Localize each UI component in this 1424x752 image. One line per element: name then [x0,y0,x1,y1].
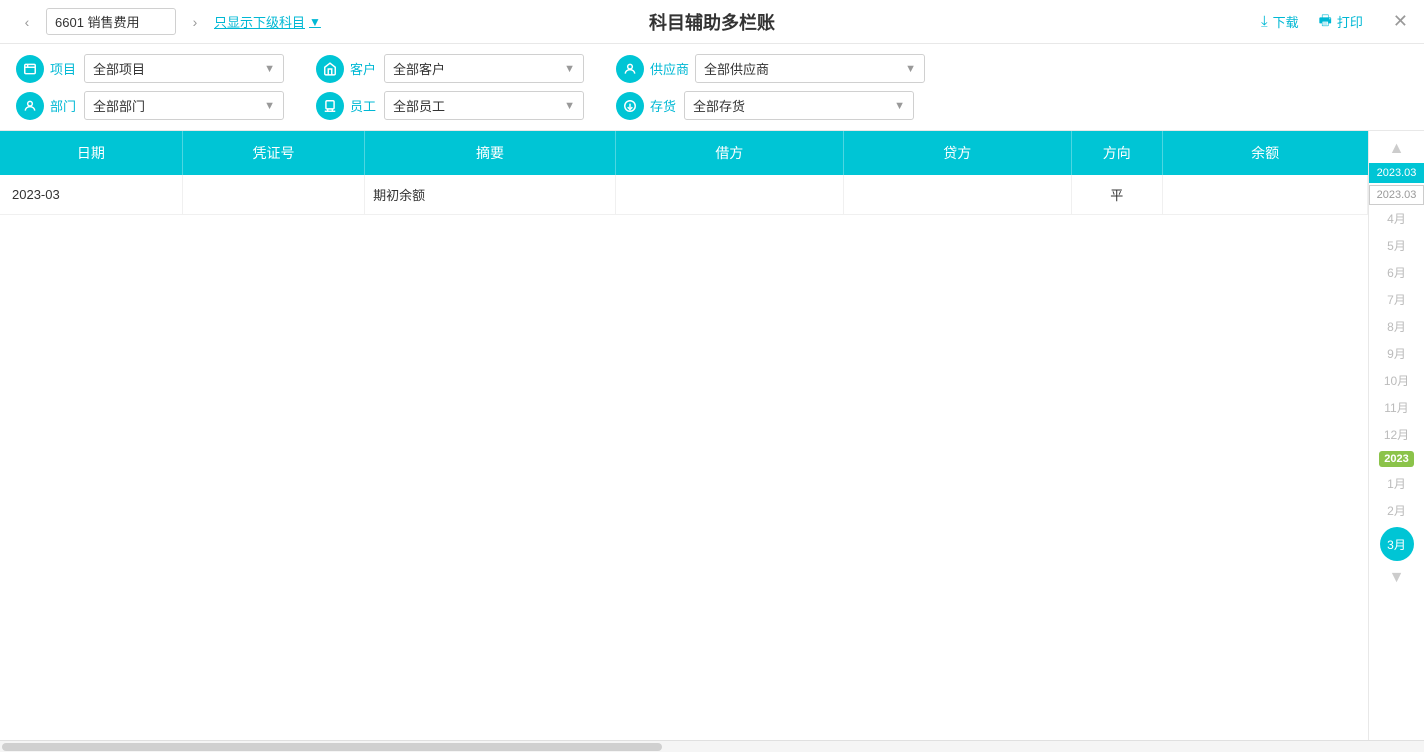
table-row: 2023-03 期初余额 平 [0,175,1368,215]
timeline-month-1[interactable]: 1月 [1369,470,1424,497]
department-icon [16,92,44,120]
col-summary: 摘要 [365,131,616,175]
print-icon: 🖶 [1319,10,1332,34]
main-table: 日期 凭证号 摘要 借方 贷方 方向 余额 2023-03 期初余额 [0,131,1368,215]
title-bar-right: ⤓ 下载 🖶 打印 ✕ [1261,10,1408,34]
project-chevron-icon: ▼ [264,63,275,75]
customer-chevron-icon: ▼ [564,63,575,75]
col-credit: 贷方 [843,131,1071,175]
filter-customer: 客户 全部客户 ▼ [316,54,584,83]
timeline-month-2[interactable]: 2月 [1369,497,1424,524]
filter-row-1: 项目 全部项目 ▼ 客户 全部客户 ▼ [16,54,1408,83]
filter-department: 部门 全部部门 ▼ [16,91,284,120]
next-account-btn[interactable]: › [184,11,206,33]
main-window: ‹ 6601 销售费用 › 只显示下级科目 ▼ 科目辅助多栏账 ⤓ 下载 🖶 打… [0,0,1424,752]
cell-credit [843,175,1071,215]
customer-label: 客户 [350,59,378,78]
cell-debit [615,175,843,215]
title-bar: ‹ 6601 销售费用 › 只显示下级科目 ▼ 科目辅助多栏账 ⤓ 下载 🖶 打… [0,0,1424,44]
project-value: 全部项目 [93,59,145,78]
customer-select[interactable]: 全部客户 ▼ [384,54,584,83]
account-code[interactable]: 6601 销售费用 [46,8,176,35]
timeline-up-btn[interactable]: ▲ [1383,135,1411,163]
horizontal-scrollbar[interactable] [0,740,1424,752]
page-title: 科目辅助多栏账 [649,9,775,35]
col-voucher: 凭证号 [182,131,364,175]
project-select[interactable]: 全部项目 ▼ [84,54,284,83]
timeline-month-3-active[interactable]: 3月 [1380,527,1414,561]
customer-value: 全部客户 [393,59,445,78]
scrollbar-thumb[interactable] [2,743,662,751]
side-timeline: ▲ 2023.03 2023.03 4月 5月 6月 7月 8月 9月 10月 … [1368,131,1424,740]
supplier-select[interactable]: 全部供应商 ▼ [695,54,925,83]
show-sub-button[interactable]: 只显示下级科目 ▼ [214,12,321,31]
inventory-label: 存货 [650,96,678,115]
filter-supplier: 供应商 全部供应商 ▼ [616,54,925,83]
col-debit: 借方 [615,131,843,175]
period-2023-03-second[interactable]: 2023.03 [1369,185,1424,205]
chevron-down-icon: ▼ [309,15,321,29]
department-select[interactable]: 全部部门 ▼ [84,91,284,120]
cell-voucher [182,175,364,215]
timeline-month-11[interactable]: 11月 [1369,394,1424,421]
cell-summary: 期初余额 [365,175,616,215]
inventory-value: 全部存货 [693,96,745,115]
timeline-month-7[interactable]: 7月 [1369,286,1424,313]
cell-date: 2023-03 [0,175,182,215]
title-bar-left: ‹ 6601 销售费用 › 只显示下级科目 ▼ [16,8,321,35]
department-chevron-icon: ▼ [264,100,275,112]
inventory-chevron-icon: ▼ [894,100,905,112]
inventory-icon [616,92,644,120]
supplier-chevron-icon: ▼ [905,63,916,75]
print-button[interactable]: 🖶 打印 [1319,10,1363,34]
timeline-month-10[interactable]: 10月 [1369,367,1424,394]
timeline-month-5[interactable]: 5月 [1369,232,1424,259]
employee-select[interactable]: 全部员工 ▼ [384,91,584,120]
table-container[interactable]: 日期 凭证号 摘要 借方 贷方 方向 余额 2023-03 期初余额 [0,131,1368,740]
project-label: 项目 [50,59,78,78]
timeline-month-8[interactable]: 8月 [1369,313,1424,340]
filter-area: 项目 全部项目 ▼ 客户 全部客户 ▼ [0,44,1424,131]
prev-account-btn[interactable]: ‹ [16,11,38,33]
project-icon [16,55,44,83]
filter-employee: 员工 全部员工 ▼ [316,91,584,120]
customer-icon [316,55,344,83]
year-badge: 2023 [1379,451,1413,467]
download-button[interactable]: ⤓ 下载 [1261,12,1299,31]
timeline-month-4[interactable]: 4月 [1369,205,1424,232]
department-label: 部门 [50,96,78,115]
download-icon: ⤓ [1261,13,1268,30]
cell-balance [1162,175,1367,215]
col-direction: 方向 [1071,131,1162,175]
timeline-month-9[interactable]: 9月 [1369,340,1424,367]
employee-label: 员工 [350,96,378,115]
timeline-month-12[interactable]: 12月 [1369,421,1424,448]
filter-inventory: 存货 全部存货 ▼ [616,91,914,120]
inventory-select[interactable]: 全部存货 ▼ [684,91,914,120]
table-area: 日期 凭证号 摘要 借方 贷方 方向 余额 2023-03 期初余额 [0,131,1424,740]
employee-icon [316,92,344,120]
col-date: 日期 [0,131,182,175]
supplier-icon [616,55,644,83]
filter-row-2: 部门 全部部门 ▼ 员工 全部员工 ▼ [16,91,1408,120]
employee-value: 全部员工 [393,96,445,115]
supplier-value: 全部供应商 [704,59,769,78]
timeline-month-6[interactable]: 6月 [1369,259,1424,286]
timeline-down-btn[interactable]: ▼ [1383,564,1411,592]
department-value: 全部部门 [93,96,145,115]
close-button[interactable]: ✕ [1393,11,1408,32]
col-balance: 余额 [1162,131,1367,175]
supplier-label: 供应商 [650,59,689,78]
filter-project: 项目 全部项目 ▼ [16,54,284,83]
cell-direction: 平 [1071,175,1162,215]
table-header-row: 日期 凭证号 摘要 借方 贷方 方向 余额 [0,131,1368,175]
period-2023-03-top[interactable]: 2023.03 [1369,163,1424,183]
employee-chevron-icon: ▼ [564,100,575,112]
